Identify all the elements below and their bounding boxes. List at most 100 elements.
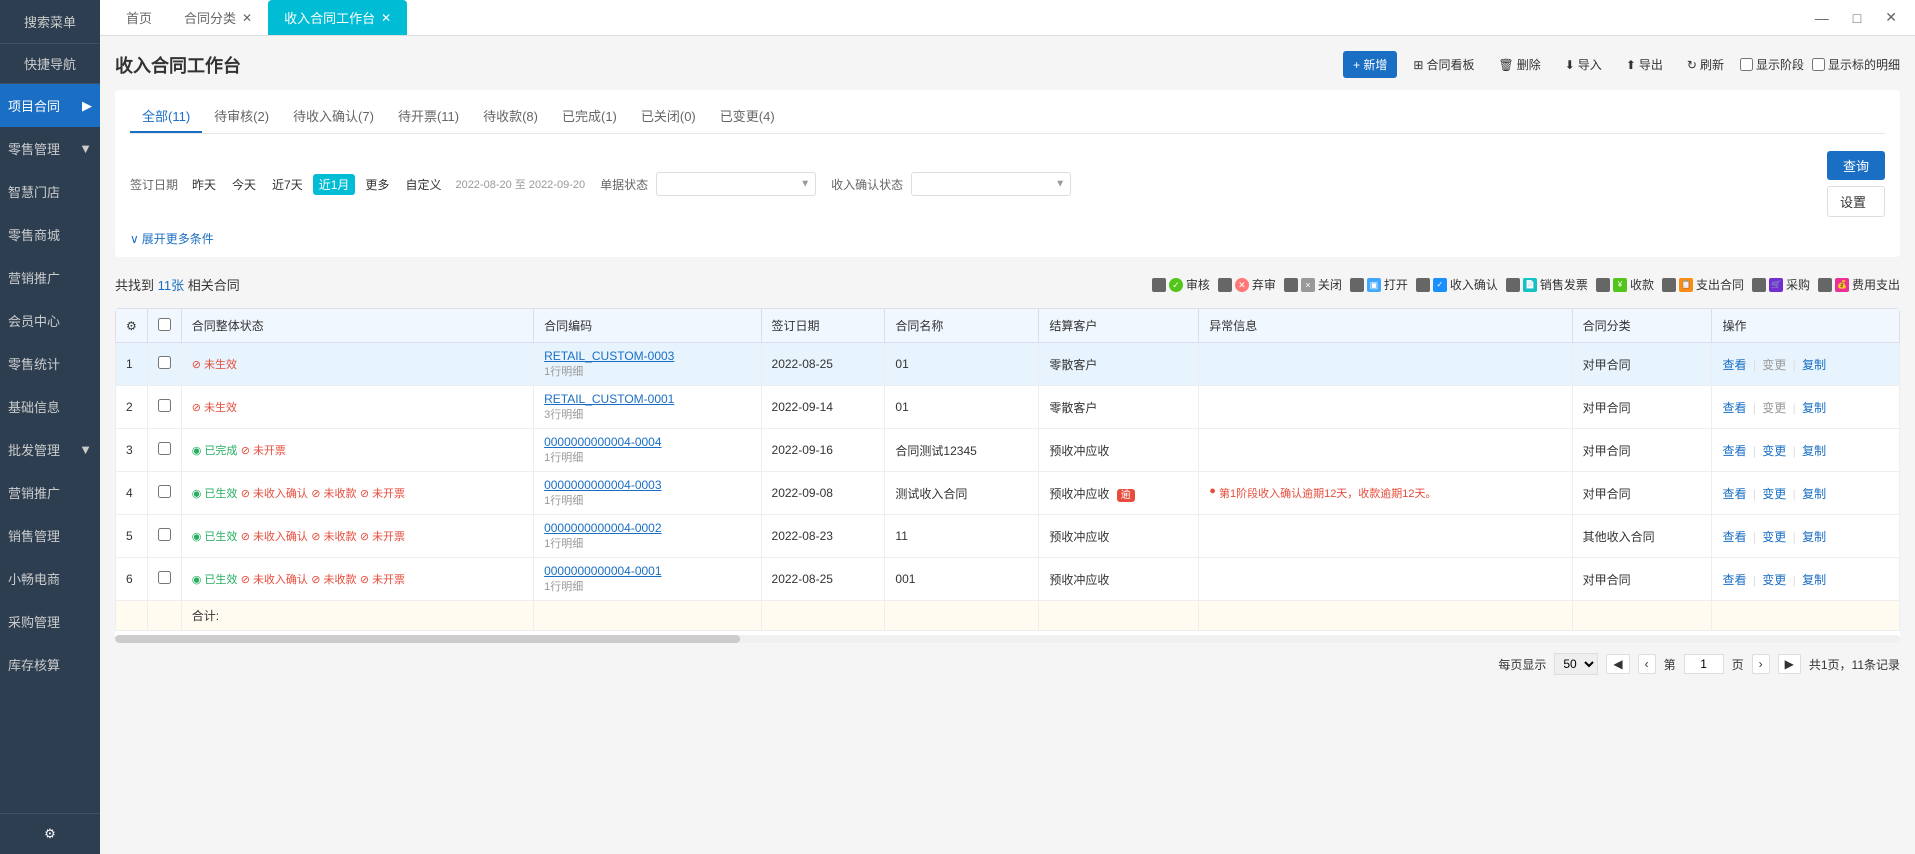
tab-all[interactable]: 全部(11) bbox=[130, 100, 202, 133]
select-all-checkbox[interactable] bbox=[158, 318, 171, 331]
add-button[interactable]: + 新增 bbox=[1343, 51, 1397, 78]
payment-button[interactable]: ¥ 收款 bbox=[1596, 276, 1654, 293]
contract-link[interactable]: 0000000000004-0004 bbox=[544, 435, 661, 449]
tab-pending-payment[interactable]: 待收款(8) bbox=[471, 100, 550, 133]
minimize-button[interactable]: — bbox=[1807, 6, 1837, 30]
col-name[interactable]: 合同名称 bbox=[885, 309, 1039, 343]
cell-checkbox[interactable] bbox=[147, 429, 181, 472]
change-button[interactable]: 变更 bbox=[1762, 401, 1786, 415]
date-more[interactable]: 更多 bbox=[359, 174, 395, 195]
income-confirm-button[interactable]: ✓ 收入确认 bbox=[1416, 276, 1498, 293]
import-button[interactable]: ⬇ 导入 bbox=[1557, 52, 1610, 77]
change-button[interactable]: 变更 bbox=[1762, 530, 1786, 544]
sidebar-search[interactable]: 搜索菜单 bbox=[0, 0, 100, 44]
prev-page-button[interactable]: ‹ bbox=[1638, 654, 1656, 674]
change-button[interactable]: 变更 bbox=[1762, 444, 1786, 458]
cell-checkbox[interactable] bbox=[147, 558, 181, 601]
refresh-button[interactable]: ↻ 刷新 bbox=[1679, 52, 1732, 77]
tab-close-contract-category[interactable]: ✕ bbox=[242, 11, 252, 25]
view-button[interactable]: 查看 bbox=[1722, 401, 1746, 415]
tab-changed[interactable]: 已变更(4) bbox=[708, 100, 787, 133]
date-1month[interactable]: 近1月 bbox=[313, 174, 356, 195]
sidebar-item-purchase[interactable]: 采购管理 bbox=[0, 600, 100, 643]
col-checkbox[interactable] bbox=[147, 309, 181, 343]
view-button[interactable]: 查看 bbox=[1722, 530, 1746, 544]
view-button[interactable]: 查看 bbox=[1722, 573, 1746, 587]
scrollbar-thumb[interactable] bbox=[115, 635, 740, 643]
page-number-input[interactable] bbox=[1684, 654, 1724, 674]
confirm-status-select[interactable] bbox=[911, 172, 1071, 196]
sidebar-item-sales-manage[interactable]: 销售管理 bbox=[0, 514, 100, 557]
copy-button[interactable]: 复制 bbox=[1802, 401, 1826, 415]
sidebar-item-marketing2[interactable]: 营销推广 bbox=[0, 471, 100, 514]
export-button[interactable]: ⬆ 导出 bbox=[1618, 52, 1671, 77]
tab-contract-category[interactable]: 合同分类 ✕ bbox=[168, 0, 268, 35]
sidebar-item-smart-store[interactable]: 智慧门店 bbox=[0, 170, 100, 213]
contract-link[interactable]: RETAIL_CUSTOM-0003 bbox=[544, 349, 674, 363]
purchase-button[interactable]: 🛒 采购 bbox=[1752, 276, 1810, 293]
col-error[interactable]: 异常信息 bbox=[1199, 309, 1572, 343]
cell-checkbox[interactable] bbox=[147, 472, 181, 515]
change-button[interactable]: 变更 bbox=[1762, 487, 1786, 501]
query-button[interactable]: 查询 bbox=[1827, 151, 1885, 180]
col-code[interactable]: 合同编码 bbox=[534, 309, 761, 343]
sidebar-item-retail-stats[interactable]: 零售统计 bbox=[0, 342, 100, 385]
sidebar-item-marketing[interactable]: 营销推广 bbox=[0, 256, 100, 299]
view-button[interactable]: 查看 bbox=[1722, 444, 1746, 458]
first-page-button[interactable]: ◀ bbox=[1606, 654, 1629, 674]
sidebar-item-retail-mall[interactable]: 零售商城 bbox=[0, 213, 100, 256]
date-custom[interactable]: 自定义 bbox=[399, 174, 447, 195]
copy-button[interactable]: 复制 bbox=[1802, 573, 1826, 587]
sidebar-item-retail-manage[interactable]: 零售管理 ▼ bbox=[0, 127, 100, 170]
sidebar-item-basic-info[interactable]: 基础信息 bbox=[0, 385, 100, 428]
col-customer[interactable]: 结算客户 bbox=[1039, 309, 1199, 343]
page-size-select[interactable]: 50 bbox=[1554, 653, 1598, 675]
sidebar-item-ecommerce[interactable]: 小畅电商 bbox=[0, 557, 100, 600]
maximize-button[interactable]: □ bbox=[1845, 6, 1869, 30]
copy-button[interactable]: 复制 bbox=[1802, 358, 1826, 372]
last-page-button[interactable]: ▶ bbox=[1778, 654, 1801, 674]
col-status[interactable]: 合同整体状态 bbox=[181, 309, 533, 343]
abandon-review-button[interactable]: ✕ 弃审 bbox=[1218, 276, 1276, 293]
date-yesterday[interactable]: 昨天 bbox=[186, 174, 222, 195]
expand-more-conditions[interactable]: ∨ 展开更多条件 bbox=[130, 230, 1885, 247]
contract-link[interactable]: 0000000000004-0002 bbox=[544, 521, 661, 535]
sidebar-settings[interactable]: ⚙ bbox=[0, 813, 100, 854]
tab-completed[interactable]: 已完成(1) bbox=[550, 100, 629, 133]
review-button[interactable]: ✓ 审核 bbox=[1152, 276, 1210, 293]
date-7days[interactable]: 近7天 bbox=[266, 174, 309, 195]
show-details-checkbox[interactable]: 显示标的明细 bbox=[1812, 56, 1900, 73]
change-button[interactable]: 变更 bbox=[1762, 358, 1786, 372]
view-button[interactable]: 查看 bbox=[1722, 358, 1746, 372]
col-sign-date[interactable]: 签订日期 bbox=[761, 309, 885, 343]
col-category[interactable]: 合同分类 bbox=[1572, 309, 1712, 343]
next-page-button[interactable]: › bbox=[1752, 654, 1770, 674]
copy-button[interactable]: 复制 bbox=[1802, 530, 1826, 544]
expense-contract-button[interactable]: 📋 支出合同 bbox=[1662, 276, 1744, 293]
tab-pending-income-confirm[interactable]: 待收入确认(7) bbox=[281, 100, 386, 133]
date-today[interactable]: 今天 bbox=[226, 174, 262, 195]
sidebar-item-wholesale[interactable]: 批发管理 ▼ bbox=[0, 428, 100, 471]
cell-checkbox[interactable] bbox=[147, 343, 181, 386]
contract-link[interactable]: RETAIL_CUSTOM-0001 bbox=[544, 392, 674, 406]
sidebar-item-member[interactable]: 会员中心 bbox=[0, 299, 100, 342]
tab-pending-invoice[interactable]: 待开票(11) bbox=[386, 100, 471, 133]
contract-link[interactable]: 0000000000004-0003 bbox=[544, 478, 661, 492]
sidebar-quicknav[interactable]: 快捷导航 bbox=[0, 44, 100, 84]
delete-button[interactable]: 🗑 删除 bbox=[1490, 52, 1548, 77]
show-stages-checkbox[interactable]: 显示阶段 bbox=[1740, 56, 1804, 73]
open-button[interactable]: ▣ 打开 bbox=[1350, 276, 1408, 293]
tab-home[interactable]: 首页 bbox=[110, 0, 168, 35]
horizontal-scrollbar[interactable] bbox=[115, 635, 1900, 643]
close-button[interactable]: ✕ bbox=[1877, 5, 1905, 30]
sidebar-item-project-contract[interactable]: 项目合同 ▶ bbox=[0, 84, 100, 127]
copy-button[interactable]: 复制 bbox=[1802, 487, 1826, 501]
search-settings-button[interactable]: 设置 bbox=[1827, 186, 1885, 217]
col-settings[interactable]: ⚙ bbox=[116, 309, 148, 343]
view-button[interactable]: 查看 bbox=[1722, 487, 1746, 501]
sales-invoice-button[interactable]: 📄 销售发票 bbox=[1506, 276, 1588, 293]
close-contract-button[interactable]: × 关闭 bbox=[1284, 276, 1342, 293]
sidebar-item-inventory[interactable]: 库存核算 bbox=[0, 643, 100, 686]
cost-expense-button[interactable]: 💰 费用支出 bbox=[1818, 276, 1900, 293]
copy-button[interactable]: 复制 bbox=[1802, 444, 1826, 458]
